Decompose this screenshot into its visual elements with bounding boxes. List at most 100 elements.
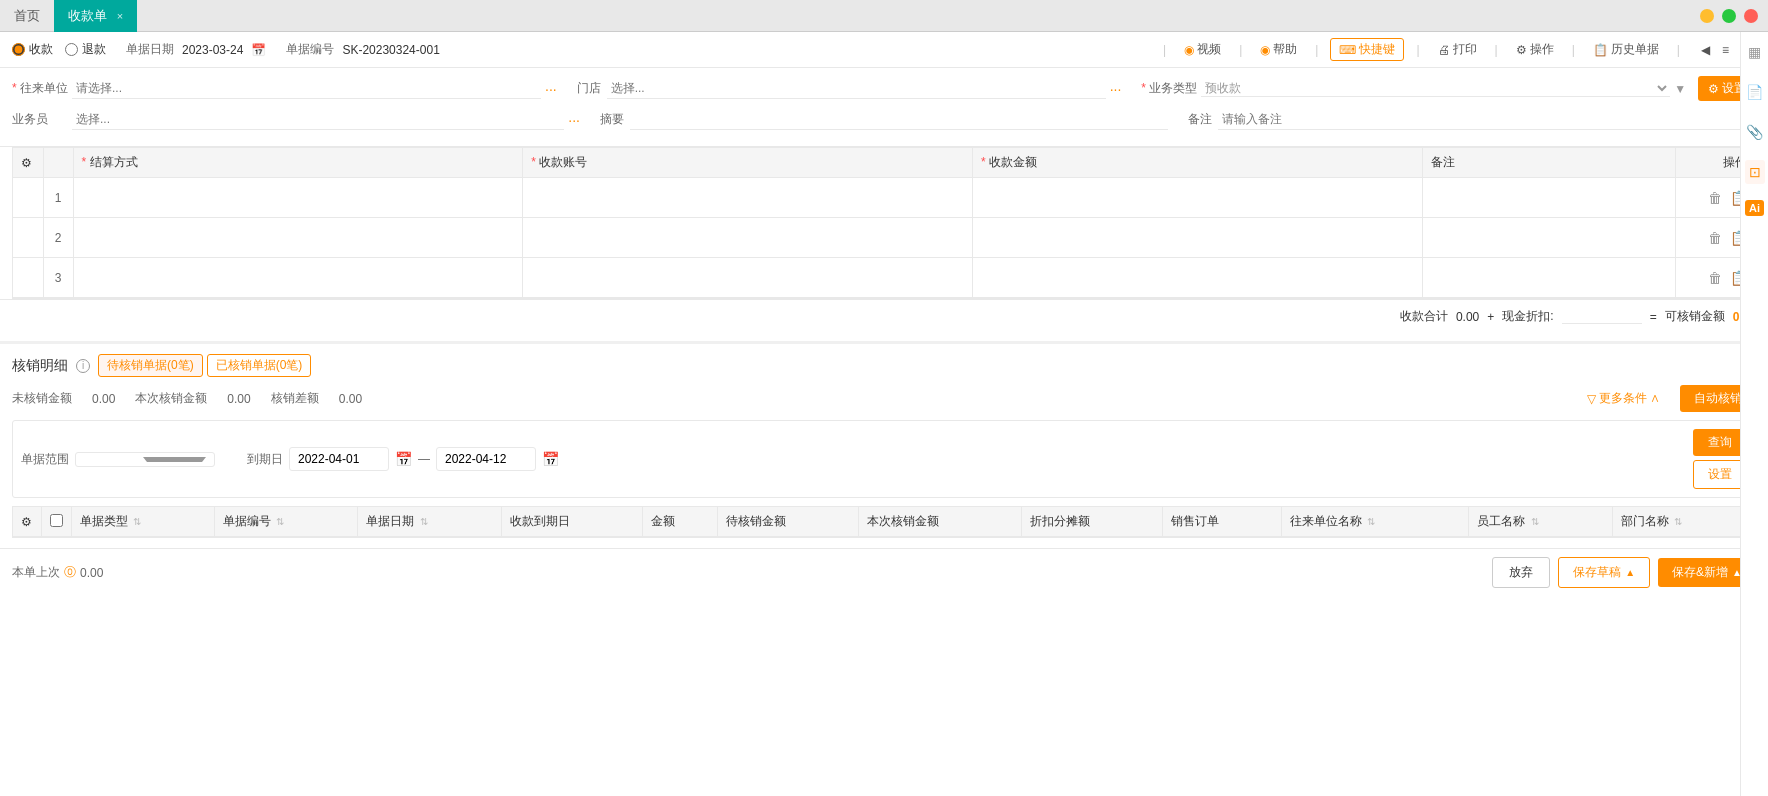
row-checkbox-2: [13, 218, 43, 258]
row-num-3: 3: [43, 258, 73, 298]
tab-bar: 首页 收款单 ×: [0, 0, 1768, 32]
start-date-calendar-icon[interactable]: 📅: [395, 451, 412, 467]
row-settlement-1[interactable]: [73, 178, 523, 218]
completed-offset-tab[interactable]: 已核销单据(0笔): [207, 354, 312, 377]
tab-close-icon[interactable]: ×: [117, 10, 123, 22]
shortcut-btn[interactable]: ⌨ 快捷键: [1330, 38, 1404, 61]
maximize-btn[interactable]: [1722, 9, 1736, 23]
row-settlement-3[interactable]: [73, 258, 523, 298]
col-pending: 待核销金额: [717, 507, 858, 537]
pending-offset-tab[interactable]: 待核销单据(0笔): [98, 354, 203, 377]
footer: 本单上次 ⓪ 0.00 放弃 保存草稿 ▲ 保存&新增 ▲: [0, 548, 1768, 596]
delete-row-1-icon[interactable]: 🗑: [1708, 190, 1722, 206]
select-all-checkbox[interactable]: [50, 514, 63, 527]
row-account-3[interactable]: [523, 258, 973, 298]
filter-settings-button[interactable]: 设置: [1693, 460, 1747, 489]
store-more-icon[interactable]: ···: [1110, 81, 1122, 97]
close-btn[interactable]: [1744, 9, 1758, 23]
window-controls: [1700, 9, 1768, 23]
gear-icon: ⚙: [1708, 82, 1719, 96]
video-btn[interactable]: ◉ 视频: [1178, 39, 1227, 60]
row-remark-1[interactable]: [1422, 178, 1675, 218]
receipt-table: ⚙ 结算方式 收款账号 收款金额 备注 操作 1: [13, 148, 1755, 298]
save-draft-arrow-icon: ▲: [1625, 567, 1635, 578]
prev-view-btn[interactable]: ◀: [1696, 41, 1715, 59]
salesperson-field: 业务员 ···: [12, 109, 580, 130]
col-sales-order: 销售订单: [1162, 507, 1281, 537]
end-date-calendar-icon[interactable]: 📅: [542, 451, 559, 467]
col-doc-type: 单据类型 ⇅: [71, 507, 214, 537]
ai-assistant-button[interactable]: Ai: [1745, 200, 1764, 216]
delete-row-2-icon[interactable]: 🗑: [1708, 230, 1722, 246]
counterparty-input[interactable]: [72, 78, 541, 99]
total-value: 0.00: [1456, 310, 1479, 324]
sort-doc-date-icon[interactable]: ⇅: [420, 516, 428, 527]
history-btn[interactable]: 📋 历史单据: [1587, 39, 1665, 60]
offset-tabs: 待核销单据(0笔) 已核销单据(0笔): [98, 354, 311, 377]
stats-row: 未核销金额 0.00 本次核销金额 0.00 核销差额 0.00 ▽ 更多条件 …: [12, 385, 1756, 412]
offset-info-icon[interactable]: i: [76, 359, 90, 373]
end-date-input[interactable]: [436, 447, 536, 471]
range-chevron-icon: [143, 457, 206, 462]
date-calendar-icon[interactable]: 📅: [251, 43, 266, 57]
delete-row-3-icon[interactable]: 🗑: [1708, 270, 1722, 286]
sidebar-attachment-icon[interactable]: 📎: [1742, 120, 1767, 144]
due-date-field: 到期日 📅 — 📅: [247, 447, 559, 471]
counterparty-more-icon[interactable]: ···: [545, 81, 557, 97]
abandon-button[interactable]: 放弃: [1492, 557, 1550, 588]
discount-input[interactable]: [1562, 309, 1642, 324]
sidebar-table-icon[interactable]: ▦: [1744, 40, 1765, 64]
filter-actions: 查询 设置: [1693, 429, 1747, 489]
doc-info: 单据日期 2023-03-24 📅 单据编号 SK-20230324-001: [126, 41, 440, 58]
col-dept: 部门名称 ⇅: [1612, 507, 1755, 537]
sort-doc-no-icon[interactable]: ⇅: [276, 516, 284, 527]
business-type-select[interactable]: 预收款: [1201, 80, 1670, 97]
available-label: 可核销金额: [1665, 308, 1725, 325]
sort-doc-type-icon[interactable]: ⇅: [133, 516, 141, 527]
row-account-2[interactable]: [523, 218, 973, 258]
row-remark-3[interactable]: [1422, 258, 1675, 298]
row-settlement-2[interactable]: [73, 218, 523, 258]
tab-receipt[interactable]: 收款单 ×: [54, 0, 137, 32]
store-input[interactable]: [607, 78, 1106, 99]
col-doc-no: 单据编号 ⇅: [214, 507, 357, 537]
remark-input[interactable]: [1218, 109, 1756, 130]
remark-field: 备注: [1188, 109, 1756, 130]
footer-carry-forward: 本单上次 ⓪ 0.00: [12, 564, 103, 581]
row-amount-3[interactable]: [973, 258, 1423, 298]
summary-input[interactable]: [630, 109, 1168, 130]
radio-refund[interactable]: 退款: [65, 41, 106, 58]
more-filters-btn[interactable]: ▽ 更多条件 ∧: [1587, 390, 1660, 407]
history-icon: 📋: [1593, 43, 1608, 57]
range-dropdown[interactable]: [75, 452, 215, 467]
uncancelled-value: 0.00: [92, 392, 115, 406]
start-date-input[interactable]: [289, 447, 389, 471]
sidebar-doc-icon[interactable]: 📄: [1742, 80, 1767, 104]
sort-employee-icon[interactable]: ⇅: [1531, 516, 1539, 527]
minimize-btn[interactable]: [1700, 9, 1714, 23]
sort-dept-icon[interactable]: ⇅: [1674, 516, 1682, 527]
operation-btn[interactable]: ⚙ 操作: [1510, 39, 1560, 60]
table-gear-icon[interactable]: ⚙: [21, 156, 32, 170]
carry-forward-info-icon[interactable]: ⓪: [64, 564, 76, 581]
total-label: 收款合计: [1400, 308, 1448, 325]
help-btn[interactable]: ◉ 帮助: [1254, 39, 1303, 60]
row-checkbox-1: [13, 178, 43, 218]
query-button[interactable]: 查询: [1693, 429, 1747, 456]
radio-receipt[interactable]: 收款: [12, 41, 53, 58]
row-amount-2[interactable]: [973, 218, 1423, 258]
row-account-1[interactable]: [523, 178, 973, 218]
row-remark-2[interactable]: [1422, 218, 1675, 258]
col-counterparty: 往来单位名称 ⇅: [1282, 507, 1469, 537]
salesperson-more-icon[interactable]: ···: [568, 112, 580, 128]
right-sidebar: ▦ 📄 📎 ⊡ Ai: [1740, 32, 1768, 796]
salesperson-input[interactable]: [72, 109, 564, 130]
sidebar-screen-icon[interactable]: ⊡: [1745, 160, 1765, 184]
list-view-btn[interactable]: ≡: [1717, 41, 1734, 59]
sort-counterparty-icon[interactable]: ⇅: [1367, 516, 1375, 527]
row-amount-1[interactable]: [973, 178, 1423, 218]
print-btn[interactable]: 🖨 打印: [1432, 39, 1483, 60]
bottom-table-gear-icon[interactable]: ⚙: [21, 515, 32, 529]
save-draft-button[interactable]: 保存草稿 ▲: [1558, 557, 1650, 588]
tab-home[interactable]: 首页: [0, 0, 54, 32]
